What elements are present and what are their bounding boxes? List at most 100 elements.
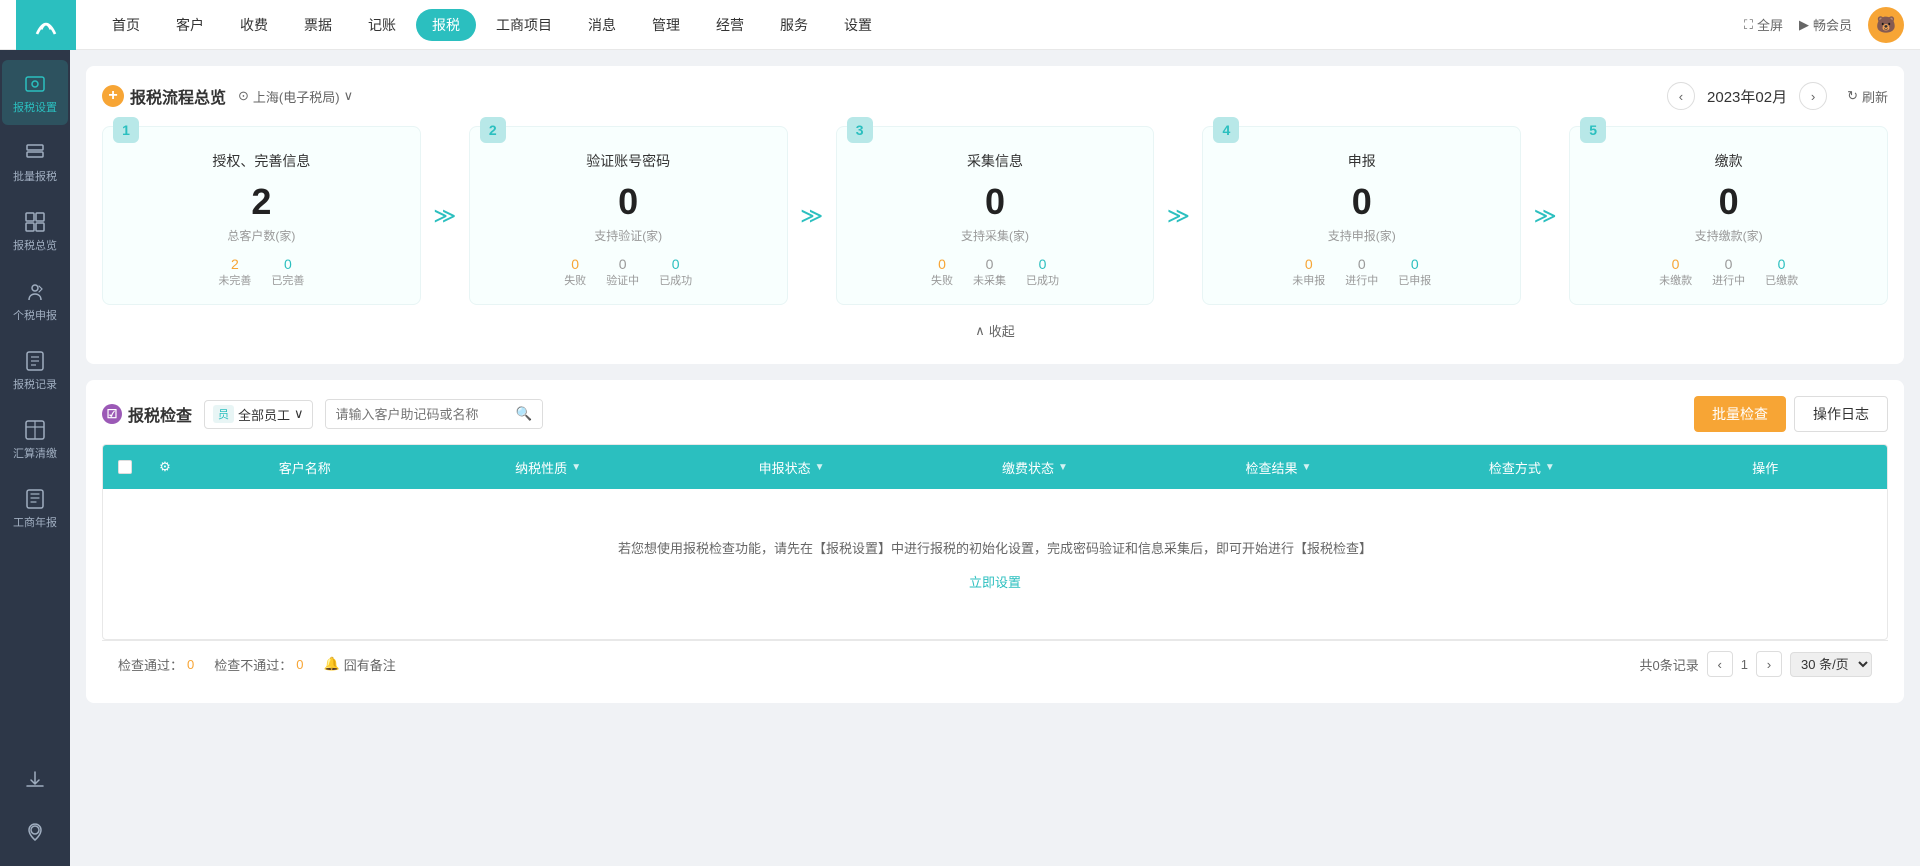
card-step-4: 4 xyxy=(1213,117,1239,143)
stat-verifying: 0 验证中 xyxy=(606,256,639,288)
location-tag[interactable]: ⊙ 上海(电子税局) ∨ xyxy=(238,87,353,106)
col-pay-status[interactable]: 缴费状态 ▼ xyxy=(913,458,1156,477)
plus-icon: + xyxy=(102,85,124,107)
col-check-result[interactable]: 检查结果 ▼ xyxy=(1157,458,1400,477)
fullscreen-icon: ⛶ xyxy=(1744,17,1753,33)
header-checkbox[interactable] xyxy=(103,460,147,474)
search-input[interactable] xyxy=(326,401,506,428)
fullscreen-button[interactable]: ⛶ 全屏 xyxy=(1744,15,1783,34)
log-button[interactable]: 操作日志 xyxy=(1794,396,1888,432)
card-step-1: 1 xyxy=(113,117,139,143)
month-nav: ‹ 2023年02月 › xyxy=(1667,82,1827,110)
download-icon xyxy=(21,766,49,794)
note-stat: 🔔 囧有备注 xyxy=(324,655,396,674)
stat-unreported: 0 未申报 xyxy=(1292,256,1325,288)
next-month-button[interactable]: › xyxy=(1799,82,1827,110)
nav-operation[interactable]: 经营 xyxy=(700,9,760,41)
collapse-button[interactable]: ∧ 收起 xyxy=(102,313,1888,348)
col-operation: 操作 xyxy=(1644,458,1887,477)
nav-management[interactable]: 管理 xyxy=(636,9,696,41)
fail-label: 检查不通过： xyxy=(214,655,292,674)
nav-fees[interactable]: 收费 xyxy=(224,9,284,41)
sidebar-item-tax-overview[interactable]: 报税总览 xyxy=(2,198,68,263)
logo xyxy=(16,0,76,50)
batch-tax-icon xyxy=(21,139,49,167)
nav-bookkeeping[interactable]: 记账 xyxy=(352,9,412,41)
nav-service[interactable]: 服务 xyxy=(764,9,824,41)
setup-link[interactable]: 立即设置 xyxy=(969,572,1021,591)
vip-button[interactable]: ▶ 畅会员 xyxy=(1799,15,1852,34)
batch-check-button[interactable]: 批量检查 xyxy=(1694,396,1786,432)
arrow-1-2: ≫ xyxy=(421,203,469,229)
next-page-button[interactable]: › xyxy=(1756,651,1782,677)
sidebar-item-tax-setting[interactable]: 报税设置 xyxy=(2,60,68,125)
settlement-icon xyxy=(21,416,49,444)
pass-count[interactable]: 0 xyxy=(187,657,194,672)
action-buttons: 批量检查 操作日志 xyxy=(1694,396,1888,432)
nav-customer[interactable]: 客户 xyxy=(160,9,220,41)
nav-settings[interactable]: 设置 xyxy=(828,9,888,41)
sidebar-item-tax-record[interactable]: 报税记录 xyxy=(2,337,68,402)
card-step-2: 2 xyxy=(480,117,506,143)
flow-header: + 报税流程总览 ⊙ 上海(电子税局) ∨ ‹ 2023年02月 › ↻ 刷新 xyxy=(102,82,1888,110)
card-count-1: 2 xyxy=(119,181,404,223)
flow-title-text: 报税流程总览 xyxy=(130,84,226,108)
arrow-4-5: ≫ xyxy=(1521,203,1569,229)
stat-collect-fail: 0 失败 xyxy=(931,256,953,288)
card-count-4: 0 xyxy=(1219,181,1504,223)
nav-messages[interactable]: 消息 xyxy=(572,9,632,41)
col-tax-nature[interactable]: 纳税性质 ▼ xyxy=(426,458,669,477)
card-step-3: 3 xyxy=(847,117,873,143)
sidebar-item-personal-tax[interactable]: 个税申报 xyxy=(2,268,68,333)
chevron-down-icon: ∨ xyxy=(344,88,354,104)
stat-verify-fail: 0 失败 xyxy=(564,256,586,288)
nav-business[interactable]: 工商项目 xyxy=(480,9,568,41)
table-empty-body: 若您想使用报税检查功能，请先在【报税设置】中进行报税的初始化设置，完成密码验证和… xyxy=(103,489,1887,639)
search-button[interactable]: 🔍 xyxy=(506,400,543,428)
sidebar-item-download[interactable] xyxy=(2,756,68,804)
refresh-button[interactable]: ↻ 刷新 xyxy=(1847,87,1888,106)
location-icon: ⊙ xyxy=(238,88,249,104)
nav-home[interactable]: 首页 xyxy=(96,9,156,41)
page-size-select[interactable]: 30 条/页 xyxy=(1790,652,1872,677)
personal-tax-icon xyxy=(21,278,49,306)
first-page-button[interactable]: ‹ xyxy=(1707,651,1733,677)
table-footer: 检查通过： 0 检查不通过： 0 🔔 囧有备注 共0条记录 ‹ 1 xyxy=(102,640,1888,687)
flow-card-4: 4 申报 0 支持申报(家) 0 未申报 0 进行中 xyxy=(1202,126,1521,305)
card-stats-2: 0 失败 0 验证中 0 已成功 xyxy=(486,256,771,288)
tax-overview-icon xyxy=(21,208,49,236)
stat-paid: 0 已缴款 xyxy=(1765,256,1798,288)
sidebar-item-annual-report[interactable]: 工商年报 xyxy=(2,475,68,540)
month-label: 2023年02月 xyxy=(1707,86,1787,107)
stat-uncomplete: 2 未完善 xyxy=(218,256,251,288)
header-settings[interactable]: ⚙ xyxy=(147,459,183,475)
card-title-5: 缴款 xyxy=(1586,151,1871,171)
fullscreen-label: 全屏 xyxy=(1757,15,1783,34)
sidebar-item-location[interactable] xyxy=(2,808,68,856)
table-header: ⚙ 客户名称 纳税性质 ▼ 申报状态 ▼ 缴费状态 ▼ xyxy=(103,445,1887,489)
staff-selector[interactable]: 员 全部员工 ∨ xyxy=(204,400,313,429)
col-check-method[interactable]: 检查方式 ▼ xyxy=(1400,458,1643,477)
stat-not-collected: 0 未采集 xyxy=(973,256,1006,288)
filter-icon-5: ▼ xyxy=(1545,462,1555,473)
content-area: + 报税流程总览 ⊙ 上海(电子税局) ∨ ‹ 2023年02月 › ↻ 刷新 xyxy=(70,50,1920,866)
fail-count[interactable]: 0 xyxy=(296,657,303,672)
prev-month-button[interactable]: ‹ xyxy=(1667,82,1695,110)
col-report-status[interactable]: 申报状态 ▼ xyxy=(670,458,913,477)
dropdown-arrow-icon: ∨ xyxy=(294,406,304,422)
sidebar-item-batch-tax[interactable]: 批量报税 xyxy=(2,129,68,194)
sidebar-item-settlement[interactable]: 汇算清缴 xyxy=(2,406,68,471)
chevron-up-icon: ∧ xyxy=(975,323,985,339)
card-count-3: 0 xyxy=(853,181,1138,223)
select-all-checkbox[interactable] xyxy=(118,460,132,474)
nav-invoices[interactable]: 票据 xyxy=(288,9,348,41)
arrow-3-4: ≫ xyxy=(1154,203,1202,229)
top-nav: 首页 客户 收费 票据 记账 报税 工商项目 消息 管理 经营 服务 设置 ⛶ … xyxy=(0,0,1920,50)
user-avatar[interactable]: 🐻 xyxy=(1868,7,1904,43)
location-pin-icon xyxy=(21,818,49,846)
nav-tax[interactable]: 报税 xyxy=(416,9,476,41)
card-subtitle-3: 支持采集(家) xyxy=(853,227,1138,244)
col-customer-name: 客户名称 xyxy=(183,458,426,477)
tax-overview-label: 报税总览 xyxy=(13,240,57,253)
fail-stat: 检查不通过： 0 xyxy=(214,655,303,674)
